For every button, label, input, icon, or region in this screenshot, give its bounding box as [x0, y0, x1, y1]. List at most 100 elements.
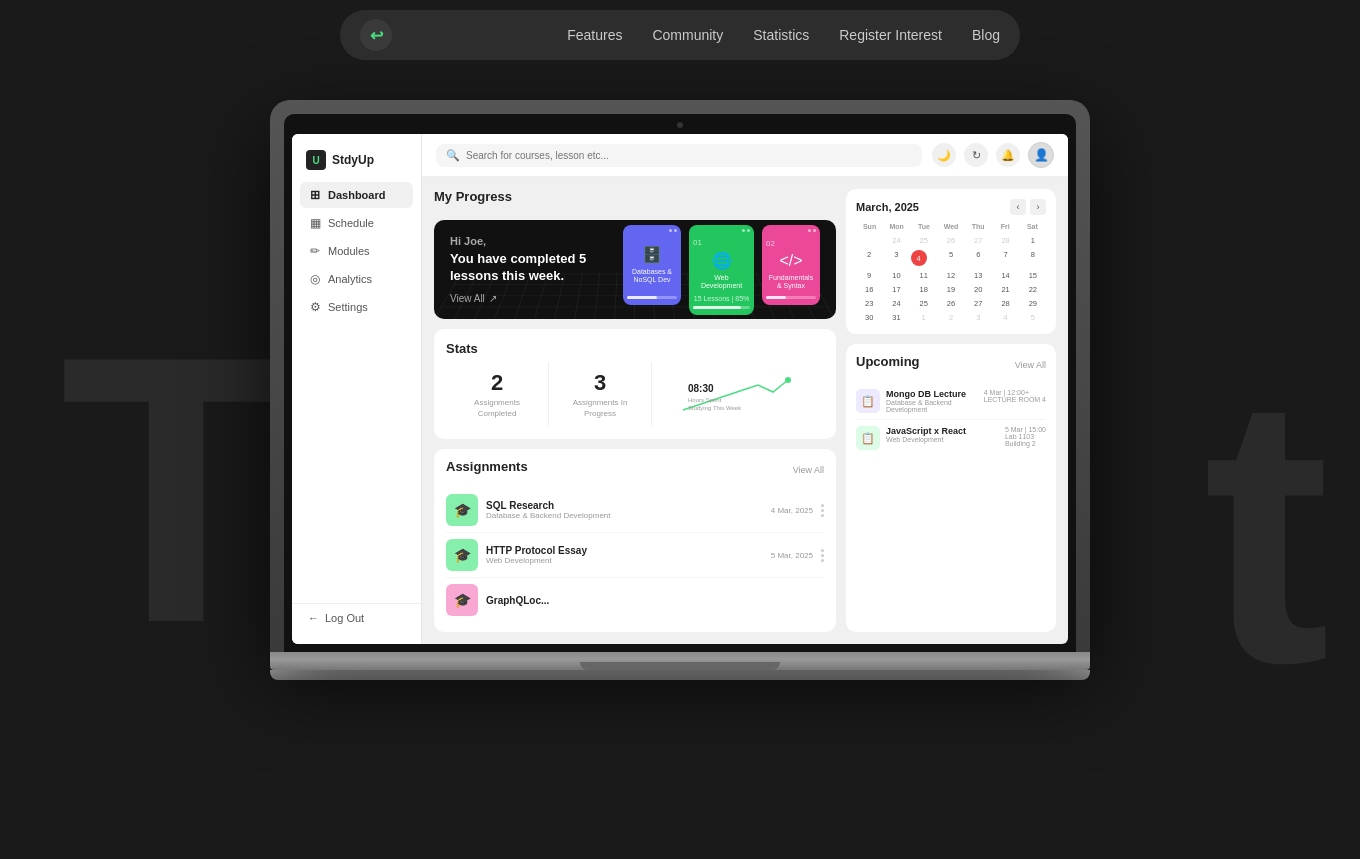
- sidebar-item-schedule[interactable]: ▦ Schedule: [300, 210, 413, 236]
- assignment-menu-sql[interactable]: [821, 504, 824, 517]
- cal-day[interactable]: 17: [883, 283, 909, 296]
- cal-day[interactable]: 25: [911, 234, 937, 247]
- assignment-icon-graphql: 🎓: [446, 584, 478, 616]
- cal-day[interactable]: 4: [992, 311, 1018, 324]
- cal-day[interactable]: 12: [938, 269, 964, 282]
- cal-day[interactable]: 5: [1020, 311, 1046, 324]
- cal-day[interactable]: 28: [992, 234, 1018, 247]
- cal-day[interactable]: 9: [856, 269, 882, 282]
- cal-day[interactable]: 26: [938, 297, 964, 310]
- stat-completed: 2 Assignments Completed: [446, 362, 549, 427]
- cal-day[interactable]: 2: [938, 311, 964, 324]
- cal-next-button[interactable]: ›: [1030, 199, 1046, 215]
- assignment-http[interactable]: 🎓 HTTP Protocol Essay Web Development 5 …: [446, 533, 824, 578]
- cal-day[interactable]: 2: [856, 248, 882, 268]
- stats-section: Stats 2 Assignments Completed 3: [434, 329, 836, 439]
- sidebar-item-modules[interactable]: ✏ Modules: [300, 238, 413, 264]
- nav-features[interactable]: Features: [567, 27, 622, 43]
- cal-day[interactable]: 8: [1020, 248, 1046, 268]
- assignment-name-sql: SQL Research: [486, 500, 763, 511]
- sidebar-label-dashboard: Dashboard: [328, 189, 385, 201]
- navbar: ↩ Features Community Statistics Register…: [340, 10, 1020, 60]
- cal-day[interactable]: [856, 234, 882, 247]
- nav-community[interactable]: Community: [652, 27, 723, 43]
- cal-day[interactable]: 26: [938, 234, 964, 247]
- notifications-icon[interactable]: 🔔: [996, 143, 1020, 167]
- cal-sun: Sun: [856, 223, 883, 230]
- cal-day[interactable]: 19: [938, 283, 964, 296]
- sidebar-logo-text: StdyUp: [332, 153, 374, 167]
- syntax-num: 02: [766, 239, 775, 248]
- refresh-icon[interactable]: ↻: [964, 143, 988, 167]
- cal-day[interactable]: 31: [883, 311, 909, 324]
- search-container[interactable]: 🔍: [436, 144, 922, 167]
- assignments-section: Assignments View All 🎓 SQL Research Data…: [434, 449, 836, 632]
- search-input[interactable]: [466, 150, 912, 161]
- cal-day[interactable]: 5: [938, 248, 964, 268]
- logout-icon: ←: [308, 612, 319, 624]
- cal-day[interactable]: 1: [1020, 234, 1046, 247]
- assignments-view-all[interactable]: View All: [793, 465, 824, 475]
- card-dot-web: [742, 229, 750, 232]
- cal-day[interactable]: 27: [965, 234, 991, 247]
- cal-day[interactable]: 30: [856, 311, 882, 324]
- laptop-screen: U StdyUp ⊞ Dashboard ▦ Schedule: [292, 134, 1068, 644]
- nav-register[interactable]: Register Interest: [839, 27, 942, 43]
- assignment-graphql[interactable]: 🎓 GraphQLoc...: [446, 578, 824, 622]
- cal-day[interactable]: 11: [911, 269, 937, 282]
- cal-day[interactable]: 24: [883, 297, 909, 310]
- db-label: Databases & NoSQL Dev: [627, 268, 677, 285]
- cal-day[interactable]: 24: [883, 234, 909, 247]
- nav-statistics[interactable]: Statistics: [753, 27, 809, 43]
- cal-day[interactable]: 28: [992, 297, 1018, 310]
- cal-day[interactable]: 1: [911, 311, 937, 324]
- user-avatar[interactable]: 👤: [1028, 142, 1054, 168]
- cal-wed: Wed: [937, 223, 964, 230]
- cal-day[interactable]: 23: [856, 297, 882, 310]
- course-card-web[interactable]: 01 🌐 Web Development 15 Lessons | 85%: [689, 225, 754, 315]
- cal-day[interactable]: 3: [965, 311, 991, 324]
- content-area: My Progress Hi Joe, You have completed 5…: [422, 177, 1068, 644]
- assignment-date-sql: 4 Mar, 2025: [771, 506, 813, 515]
- cal-day-today[interactable]: 4: [911, 248, 937, 268]
- upcoming-sub-react: Web Development: [886, 436, 999, 443]
- cal-day[interactable]: 3: [883, 248, 909, 268]
- cal-day[interactable]: 16: [856, 283, 882, 296]
- cal-day[interactable]: 29: [1020, 297, 1046, 310]
- sidebar-item-analytics[interactable]: ◎ Analytics: [300, 266, 413, 292]
- cal-day[interactable]: 7: [992, 248, 1018, 268]
- logout-button[interactable]: ← Log Out: [292, 603, 421, 632]
- sidebar-logo: U StdyUp: [292, 146, 421, 182]
- upcoming-react[interactable]: 📋 JavaScript x React Web Development 5 M…: [856, 420, 1046, 456]
- sidebar-label-schedule: Schedule: [328, 217, 374, 229]
- cal-day[interactable]: 25: [911, 297, 937, 310]
- hours-chart: 08:30 Hours Spent Studying This Week: [660, 370, 816, 420]
- cal-day[interactable]: 20: [965, 283, 991, 296]
- dashboard-icon: ⊞: [308, 188, 322, 202]
- cal-day[interactable]: 13: [965, 269, 991, 282]
- assignment-menu-http[interactable]: [821, 549, 824, 562]
- course-card-db[interactable]: 🗄️ Databases & NoSQL Dev: [623, 225, 681, 305]
- cal-day[interactable]: 21: [992, 283, 1018, 296]
- cal-prev-button[interactable]: ‹: [1010, 199, 1026, 215]
- upcoming-icon-mongo: 📋: [856, 389, 880, 413]
- upcoming-view-all[interactable]: View All: [1015, 360, 1046, 370]
- assignment-sql[interactable]: 🎓 SQL Research Database & Backend Develo…: [446, 488, 824, 533]
- cal-day[interactable]: 18: [911, 283, 937, 296]
- sidebar-item-settings[interactable]: ⚙ Settings: [300, 294, 413, 320]
- sidebar-item-dashboard[interactable]: ⊞ Dashboard: [300, 182, 413, 208]
- cal-day[interactable]: 14: [992, 269, 1018, 282]
- cal-day[interactable]: 6: [965, 248, 991, 268]
- upcoming-header: Upcoming View All: [856, 354, 1046, 375]
- cal-day[interactable]: 22: [1020, 283, 1046, 296]
- dark-mode-icon[interactable]: 🌙: [932, 143, 956, 167]
- course-card-syntax[interactable]: 02 </> Fundamentals & Syntax: [762, 225, 820, 305]
- upcoming-mongo[interactable]: 📋 Mongo DB Lecture Database & Backend De…: [856, 383, 1046, 420]
- cal-day[interactable]: 15: [1020, 269, 1046, 282]
- cal-day[interactable]: 27: [965, 297, 991, 310]
- svg-point-0: [785, 377, 791, 383]
- db-progress: [627, 296, 677, 299]
- analytics-icon: ◎: [308, 272, 322, 286]
- cal-day[interactable]: 10: [883, 269, 909, 282]
- nav-blog[interactable]: Blog: [972, 27, 1000, 43]
